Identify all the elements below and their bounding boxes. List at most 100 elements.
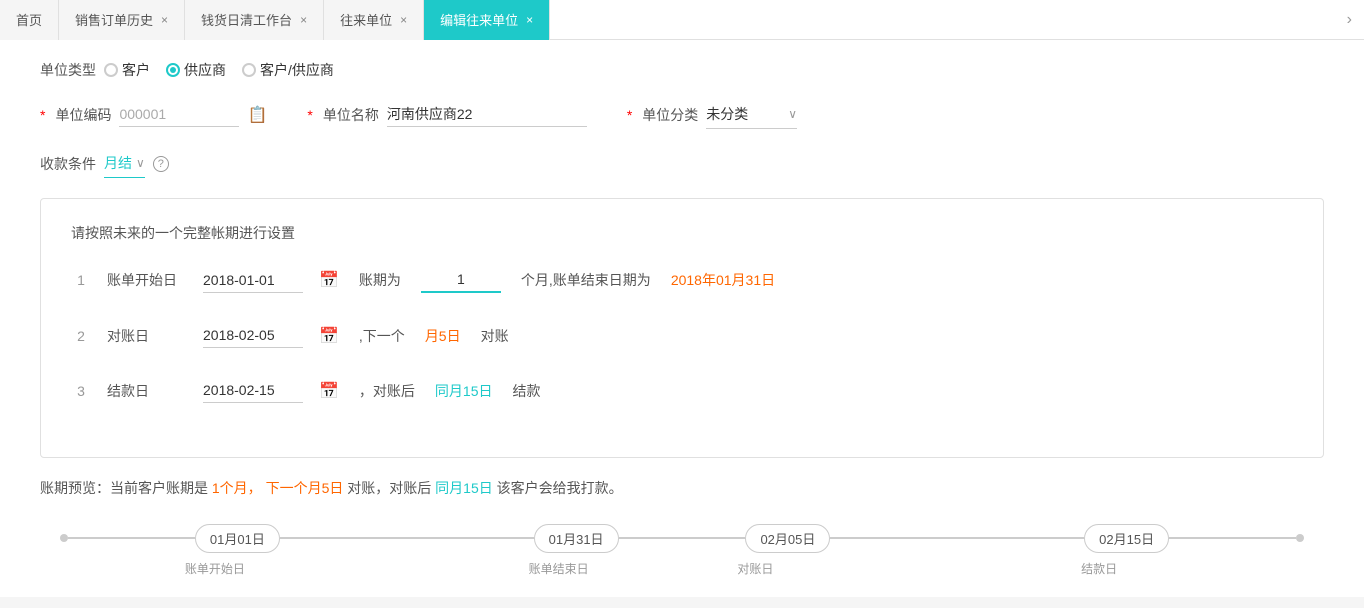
radio-supplier-label: 供应商 bbox=[184, 60, 226, 80]
payment-teal-text: 同月15日 bbox=[435, 381, 493, 401]
tl-node-bubble-2: 01月31日 bbox=[534, 524, 619, 553]
payment-chevron-icon: ∨ bbox=[136, 156, 145, 170]
close-partner[interactable]: × bbox=[400, 13, 407, 27]
period-value-input[interactable] bbox=[421, 267, 501, 293]
tl-label-2: 账单结束日 bbox=[509, 560, 609, 577]
tl-seg-3 bbox=[619, 537, 746, 539]
close-cashier[interactable]: × bbox=[300, 13, 307, 27]
unit-name-field: * 单位名称 bbox=[307, 102, 586, 127]
unit-category-dropdown[interactable]: 未分类 ∨ bbox=[706, 100, 797, 129]
period-prefix: 账期为 bbox=[359, 270, 401, 290]
tab-cashier[interactable]: 钱货日清工作台 × bbox=[185, 0, 324, 40]
radio-customer-circle bbox=[104, 63, 118, 77]
tab-edit-partner[interactable]: 编辑往来单位 × bbox=[424, 0, 550, 40]
tl-label-3: 对账日 bbox=[705, 560, 805, 577]
radio-supplier[interactable]: 供应商 bbox=[166, 60, 226, 80]
tab-bar: 首页 销售订单历史 × 钱货日清工作台 × 往来单位 × 编辑往来单位 × › bbox=[0, 0, 1364, 40]
unit-name-input[interactable] bbox=[387, 102, 587, 127]
preview-payment: 同月15日 bbox=[435, 480, 493, 496]
settings-title: 请按照未来的一个完整帐期进行设置 bbox=[71, 223, 1293, 243]
radio-group: 客户 供应商 客户/供应商 bbox=[104, 60, 334, 80]
tab-scroll-arrow[interactable]: › bbox=[1335, 11, 1364, 29]
unit-code-field: * 单位编码 📋 bbox=[40, 102, 267, 127]
payment-suffix: 结款 bbox=[513, 381, 541, 401]
tab-sales-history[interactable]: 销售订单历史 × bbox=[59, 0, 185, 40]
timeline-left-dot bbox=[60, 522, 68, 542]
preview-suffix: 该客户会给我打款。 bbox=[497, 480, 623, 496]
payment-row: 收款条件 月结 ∨ ? bbox=[40, 149, 1324, 178]
setting-row-3: 3 结款日 📅 ，对账后 同月15日 结款 bbox=[71, 378, 1293, 403]
setting-num-1: 1 bbox=[71, 272, 91, 288]
reconcile-prefix: ,下一个 bbox=[359, 326, 405, 346]
setting-row-1: 1 账单开始日 📅 账期为 个月,账单结束日期为 2018年01月31日 bbox=[71, 267, 1293, 293]
radio-supplier-circle bbox=[166, 63, 180, 77]
close-edit-partner[interactable]: × bbox=[526, 13, 533, 27]
reconcile-suffix: 对账 bbox=[481, 326, 509, 346]
payment-prefix: ，对账后 bbox=[359, 381, 415, 401]
preview-mid: 对账，对账后 bbox=[347, 480, 431, 496]
tl-seg-5 bbox=[1169, 537, 1296, 539]
unit-category-field: * 单位分类 未分类 ∨ bbox=[627, 100, 797, 129]
unit-type-row: 单位类型 客户 供应商 客户/供应商 bbox=[40, 60, 1324, 80]
code-required-star: * bbox=[40, 107, 45, 123]
tl-seg-4 bbox=[830, 537, 1084, 539]
tab-partner[interactable]: 往来单位 × bbox=[324, 0, 424, 40]
main-content: 单位类型 客户 供应商 客户/供应商 * 单位编码 bbox=[0, 40, 1364, 597]
tl-node-bubble-4: 02月15日 bbox=[1084, 524, 1169, 553]
timeline-line-row: 01月01日 01月31日 02月05日 02月15日 bbox=[68, 522, 1296, 554]
reconcile-orange-text: 月5日 bbox=[425, 326, 461, 346]
unit-code-calendar-icon[interactable]: 📋 bbox=[247, 105, 267, 125]
unit-type-label: 单位类型 bbox=[40, 60, 96, 80]
timeline-inner: 01月01日 01月31日 02月05日 02月15日 账 bbox=[68, 522, 1296, 577]
payment-date-input[interactable] bbox=[203, 378, 303, 403]
preview-prefix: 账期预览：当前客户账期是 bbox=[40, 480, 208, 496]
settings-box: 请按照未来的一个完整帐期进行设置 1 账单开始日 📅 账期为 个月,账单结束日期… bbox=[40, 198, 1324, 458]
preview-period: 1个月， bbox=[212, 480, 262, 496]
unit-type-field: 单位类型 客户 供应商 客户/供应商 bbox=[40, 60, 334, 80]
radio-customer-label: 客户 bbox=[122, 60, 150, 80]
tl-label-4: 结款日 bbox=[1049, 560, 1149, 577]
radio-both[interactable]: 客户/供应商 bbox=[242, 60, 334, 80]
payment-condition-value: 月结 bbox=[104, 153, 132, 173]
unit-name-label: 单位名称 bbox=[323, 105, 379, 125]
setting-num-3: 3 bbox=[71, 383, 91, 399]
bill-start-date-input[interactable] bbox=[203, 268, 303, 293]
payment-date-label: 结款日 bbox=[107, 381, 187, 401]
close-sales-history[interactable]: × bbox=[161, 13, 168, 27]
radio-customer[interactable]: 客户 bbox=[104, 60, 150, 80]
category-chevron-icon: ∨ bbox=[788, 107, 797, 121]
radio-both-label: 客户/供应商 bbox=[260, 60, 334, 80]
reconcile-label: 对账日 bbox=[107, 326, 187, 346]
preview-next: 下一个月5日 bbox=[266, 480, 344, 496]
bill-end-date-text: 2018年01月31日 bbox=[671, 270, 775, 290]
tl-seg-2 bbox=[280, 537, 534, 539]
payment-condition-label: 收款条件 bbox=[40, 154, 96, 174]
payment-condition-field: 收款条件 月结 ∨ ? bbox=[40, 149, 169, 178]
period-suffix: 个月,账单结束日期为 bbox=[521, 270, 651, 290]
tab-home[interactable]: 首页 bbox=[0, 0, 59, 40]
reconcile-calendar-icon[interactable]: 📅 bbox=[319, 326, 339, 346]
payment-calendar-icon[interactable]: 📅 bbox=[319, 381, 339, 401]
unit-category-label: 单位分类 bbox=[642, 105, 698, 125]
unit-code-label: 单位编码 bbox=[55, 105, 111, 125]
tl-label-1: 账单开始日 bbox=[165, 560, 265, 577]
tl-node-bubble-1: 01月01日 bbox=[195, 524, 280, 553]
tl-node-bubble-3: 02月05日 bbox=[745, 524, 830, 553]
payment-condition-select[interactable]: 月结 ∨ bbox=[104, 149, 145, 178]
reconcile-date-input[interactable] bbox=[203, 323, 303, 348]
bill-start-calendar-icon[interactable]: 📅 bbox=[319, 270, 339, 290]
radio-both-circle bbox=[242, 63, 256, 77]
bill-start-label: 账单开始日 bbox=[107, 270, 187, 290]
preview-text: 账期预览：当前客户账期是 1个月， 下一个月5日 对账，对账后 同月15日 该客… bbox=[40, 478, 1324, 498]
timeline-labels-row: 账单开始日 账单结束日 对账日 结款日 bbox=[68, 554, 1296, 577]
setting-row-2: 2 对账日 📅 ,下一个 月5日 对账 bbox=[71, 323, 1293, 348]
setting-num-2: 2 bbox=[71, 328, 91, 344]
timeline-right-dot bbox=[1296, 522, 1304, 542]
help-icon[interactable]: ? bbox=[153, 156, 169, 172]
name-required-star: * bbox=[307, 107, 312, 123]
category-required-star: * bbox=[627, 107, 632, 123]
timeline-container: 01月01日 01月31日 02月05日 02月15日 账 bbox=[40, 522, 1324, 577]
tl-seg-1 bbox=[68, 537, 195, 539]
unit-code-input[interactable] bbox=[119, 102, 239, 127]
unit-category-value: 未分类 bbox=[706, 104, 748, 124]
